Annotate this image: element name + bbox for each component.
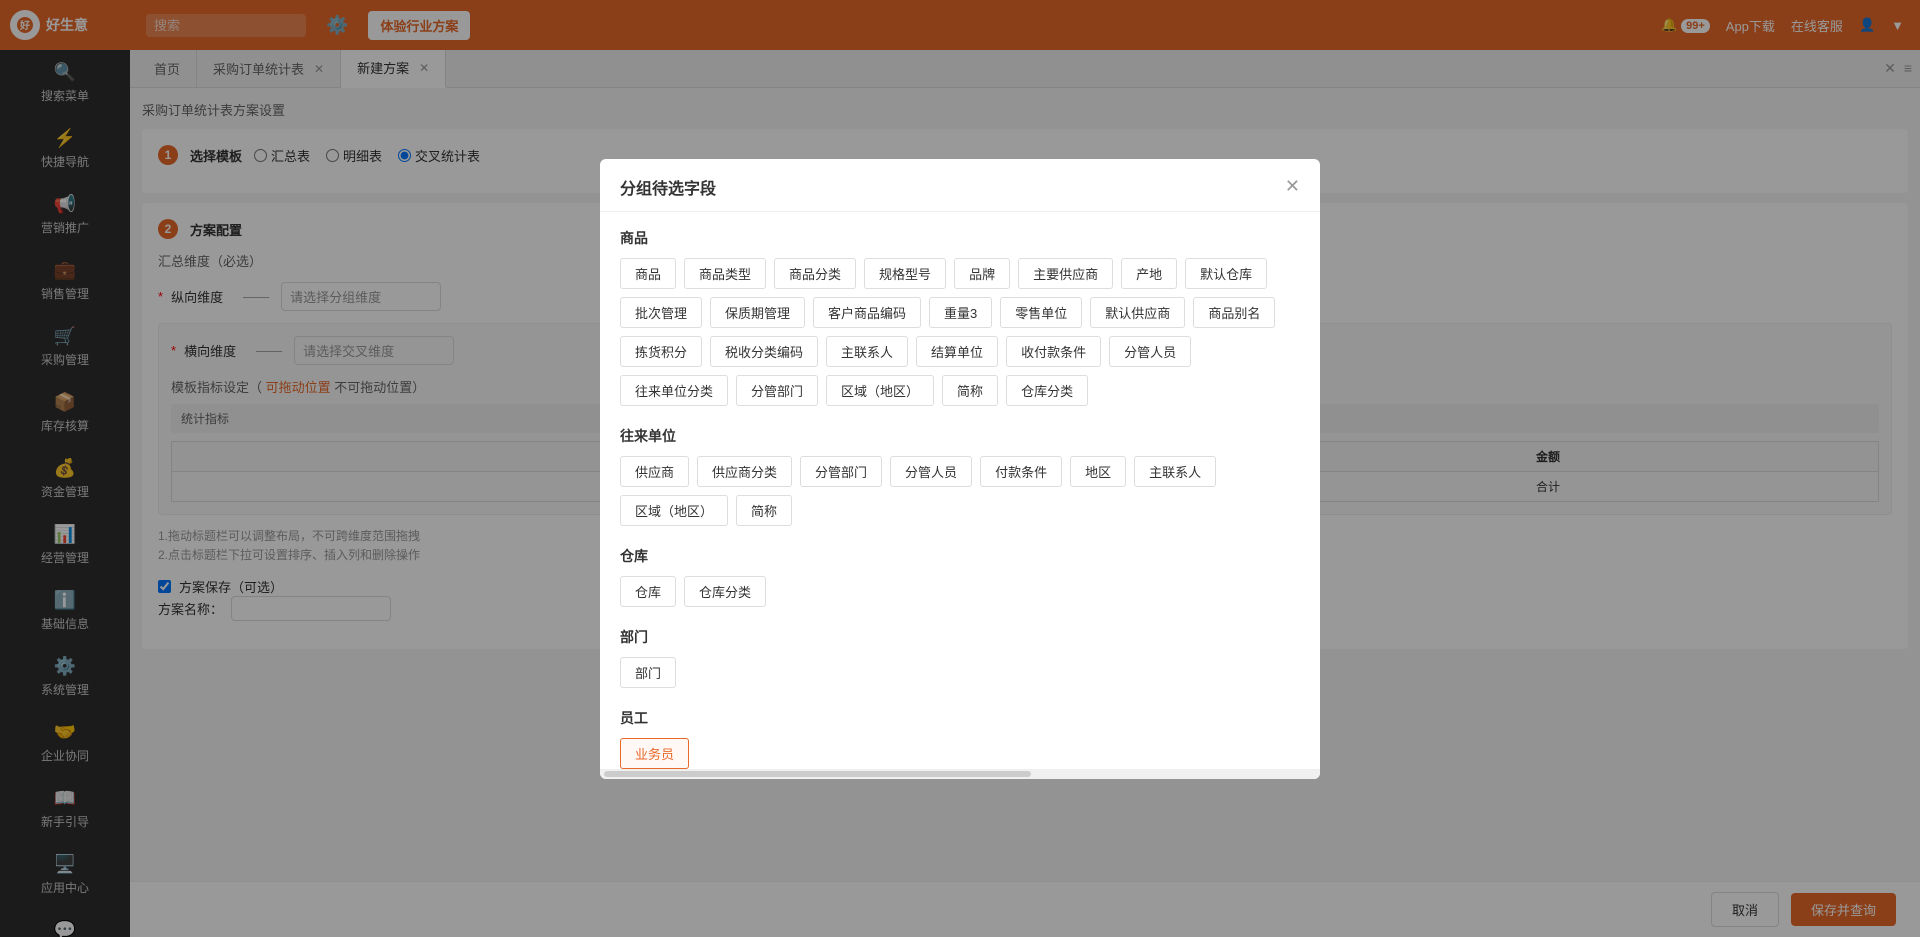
modal-hscroll-thumb[interactable] (604, 771, 1031, 777)
field-tag[interactable]: 拣货积分 (620, 336, 702, 367)
field-tag[interactable]: 区域（地区） (826, 375, 934, 406)
modal-overlay: 分组待选字段 ✕ 商品 商品 商品类型 商品分类 规格型号 品牌 主要供应商 产… (0, 0, 1920, 937)
field-tag[interactable]: 收付款条件 (1006, 336, 1101, 367)
field-tag[interactable]: 简称 (736, 495, 792, 526)
field-tag[interactable]: 税收分类编码 (710, 336, 818, 367)
field-tag[interactable]: 主联系人 (1134, 456, 1216, 487)
field-tag[interactable]: 仓库分类 (1006, 375, 1088, 406)
field-tag[interactable]: 产地 (1121, 258, 1177, 289)
field-tag[interactable]: 客户商品编码 (813, 297, 921, 328)
field-tag[interactable]: 付款条件 (980, 456, 1062, 487)
modal-header: 分组待选字段 ✕ (600, 159, 1320, 212)
field-tag[interactable]: 简称 (942, 375, 998, 406)
modal-close-button[interactable]: ✕ (1285, 176, 1300, 197)
group-title-warehouse: 仓库 (620, 546, 1300, 566)
field-tag-selected[interactable]: 业务员 (620, 738, 689, 769)
product-field-tags: 商品 商品类型 商品分类 规格型号 品牌 主要供应商 产地 默认仓库 批次管理 … (620, 258, 1300, 406)
field-group-warehouse: 仓库 仓库 仓库分类 (620, 546, 1300, 607)
modal-body: 商品 商品 商品类型 商品分类 规格型号 品牌 主要供应商 产地 默认仓库 批次… (600, 212, 1320, 770)
field-tag[interactable]: 品牌 (954, 258, 1010, 289)
warehouse-field-tags: 仓库 仓库分类 (620, 576, 1300, 607)
field-tag[interactable]: 保质期管理 (710, 297, 805, 328)
field-tag[interactable]: 主要供应商 (1018, 258, 1113, 289)
field-tag[interactable]: 批次管理 (620, 297, 702, 328)
field-tag[interactable]: 结算单位 (916, 336, 998, 367)
field-group-staff: 员工 业务员 (620, 708, 1300, 769)
field-tag[interactable]: 分管部门 (736, 375, 818, 406)
field-tag[interactable]: 仓库分类 (684, 576, 766, 607)
partner-field-tags: 供应商 供应商分类 分管部门 分管人员 付款条件 地区 主联系人 区域（地区） … (620, 456, 1300, 526)
field-tag[interactable]: 分管人员 (890, 456, 972, 487)
field-tag[interactable]: 分管人员 (1109, 336, 1191, 367)
field-tag[interactable]: 商品分类 (774, 258, 856, 289)
group-title-product: 商品 (620, 228, 1300, 248)
field-tag[interactable]: 商品类型 (684, 258, 766, 289)
field-tag[interactable]: 供应商分类 (697, 456, 792, 487)
dept-field-tags: 部门 (620, 657, 1300, 688)
field-tag[interactable]: 重量3 (929, 297, 992, 328)
field-tag[interactable]: 部门 (620, 657, 676, 688)
group-title-staff: 员工 (620, 708, 1300, 728)
field-tag[interactable]: 仓库 (620, 576, 676, 607)
field-tag[interactable]: 商品别名 (1193, 297, 1275, 328)
field-tag[interactable]: 区域（地区） (620, 495, 728, 526)
field-tag[interactable]: 地区 (1070, 456, 1126, 487)
field-group-dept: 部门 部门 (620, 627, 1300, 688)
field-tag[interactable]: 供应商 (620, 456, 689, 487)
field-group-partner: 往来单位 供应商 供应商分类 分管部门 分管人员 付款条件 地区 主联系人 区域… (620, 426, 1300, 526)
field-tag[interactable]: 默认仓库 (1185, 258, 1267, 289)
field-tag[interactable]: 主联系人 (826, 336, 908, 367)
modal-title: 分组待选字段 (620, 175, 716, 199)
field-tag[interactable]: 商品 (620, 258, 676, 289)
group-title-partner: 往来单位 (620, 426, 1300, 446)
group-title-dept: 部门 (620, 627, 1300, 647)
staff-field-tags: 业务员 (620, 738, 1300, 769)
field-tag[interactable]: 默认供应商 (1090, 297, 1185, 328)
field-group-product: 商品 商品 商品类型 商品分类 规格型号 品牌 主要供应商 产地 默认仓库 批次… (620, 228, 1300, 406)
field-tag[interactable]: 往来单位分类 (620, 375, 728, 406)
field-tag[interactable]: 规格型号 (864, 258, 946, 289)
modal-hscroll (600, 769, 1320, 778)
field-tag[interactable]: 分管部门 (800, 456, 882, 487)
field-tag[interactable]: 零售单位 (1000, 297, 1082, 328)
modal: 分组待选字段 ✕ 商品 商品 商品类型 商品分类 规格型号 品牌 主要供应商 产… (600, 159, 1320, 779)
